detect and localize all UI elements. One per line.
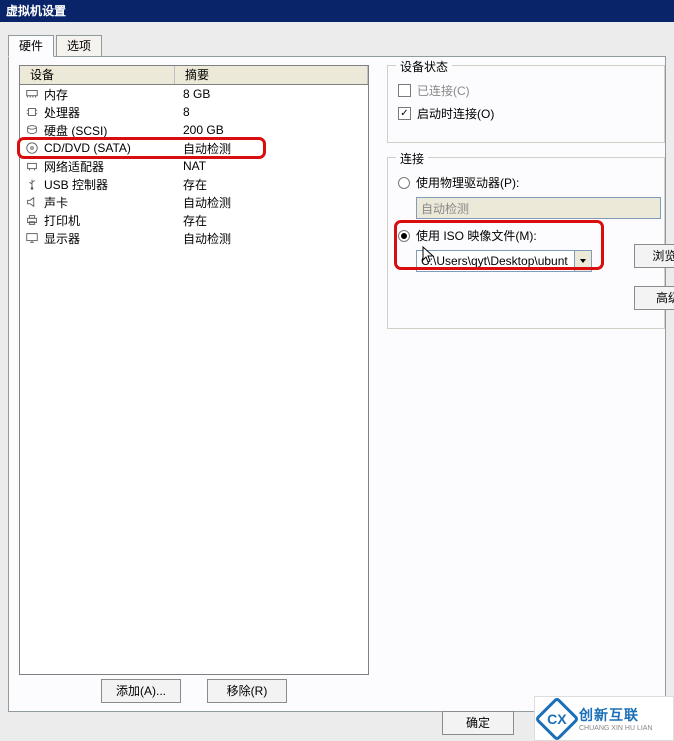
iso-path-combo[interactable]: C:\Users\qyt\Desktop\ubunt: [416, 250, 592, 272]
iso-path-value: C:\Users\qyt\Desktop\ubunt: [417, 254, 574, 268]
device-summary: 8 GB: [175, 87, 368, 101]
network-icon: [24, 159, 40, 173]
checkbox-connect-on[interactable]: ✓: [398, 107, 411, 120]
radio-physical-row[interactable]: 使用物理驱动器(P):: [398, 174, 654, 191]
check-icon: ✓: [400, 109, 408, 119]
radio-iso-row[interactable]: 使用 ISO 映像文件(M):: [398, 227, 654, 244]
device-label: 硬盘 (SCSI): [40, 122, 175, 139]
browse-button[interactable]: 浏览(B).: [634, 244, 674, 268]
logo-sub: CHUANG XIN HU LIAN: [579, 725, 653, 732]
physical-combo-wrap: 自动检测: [416, 197, 654, 219]
iso-combo-wrap: C:\Users\qyt\Desktop\ubunt: [416, 250, 654, 272]
watermark-logo: CX 创新互联 CHUANG XIN HU LIAN: [534, 696, 674, 741]
physical-drive-combo: 自动检测: [416, 197, 661, 219]
footer-row: 确定: [442, 711, 514, 735]
radio-iso-label: 使用 ISO 映像文件(M):: [416, 227, 537, 244]
device-label: 显示器: [40, 230, 175, 247]
client-area: 硬件 选项 设备 摘要 内存 8 GB 处理器 8: [0, 22, 674, 720]
device-row-cddvd[interactable]: CD/DVD (SATA) 自动检测: [20, 139, 368, 157]
device-row-printer[interactable]: 打印机 存在: [20, 211, 368, 229]
device-row-cpu[interactable]: 处理器 8: [20, 103, 368, 121]
device-label: CD/DVD (SATA): [40, 141, 175, 155]
checkbox-connected: [398, 84, 411, 97]
usb-icon: [24, 177, 40, 191]
device-list-header: 设备 摘要: [19, 65, 369, 85]
physical-drive-value: 自动检测: [417, 200, 660, 217]
display-icon: [24, 231, 40, 245]
advanced-button[interactable]: 高级(V: [634, 286, 674, 310]
device-summary: 存在: [175, 212, 368, 229]
device-row-display[interactable]: 显示器 自动检测: [20, 229, 368, 247]
device-row-sound[interactable]: 声卡 自动检测: [20, 193, 368, 211]
device-summary: 自动检测: [175, 140, 368, 157]
tab-hardware[interactable]: 硬件: [8, 35, 54, 57]
ok-button[interactable]: 确定: [442, 711, 514, 735]
logo-text: 创新互联 CHUANG XIN HU LIAN: [579, 705, 653, 732]
checkbox-connect-on-row[interactable]: ✓ 启动时连接(O): [398, 105, 654, 122]
tab-options[interactable]: 选项: [56, 35, 102, 57]
logo-brand: 创新互联: [579, 707, 639, 723]
group-title-status: 设备状态: [396, 58, 452, 75]
device-label: 内存: [40, 86, 175, 103]
group-connection: 连接 使用物理驱动器(P): 自动检测 使用 ISO 映像文件(M):: [387, 157, 665, 329]
memory-icon: [24, 87, 40, 101]
cd-icon: [24, 141, 40, 155]
device-label: USB 控制器: [40, 176, 175, 193]
sound-icon: [24, 195, 40, 209]
tabs-header: 硬件 选项: [8, 32, 666, 56]
hdd-icon: [24, 123, 40, 137]
printer-icon: [24, 213, 40, 227]
device-list-body: 内存 8 GB 处理器 8 硬盘 (SCSI) 200 GB: [19, 85, 369, 675]
device-label: 网络适配器: [40, 158, 175, 175]
group-title-connection: 连接: [396, 150, 428, 167]
device-row-usb[interactable]: USB 控制器 存在: [20, 175, 368, 193]
device-label: 打印机: [40, 212, 175, 229]
checkbox-connect-on-label: 启动时连接(O): [417, 105, 494, 122]
logo-mark-icon: CX: [534, 696, 579, 741]
checkbox-connected-row: 已连接(C): [398, 82, 654, 99]
right-pane: 设备状态 已连接(C) ✓ 启动时连接(O) 连接 使用物理驱动器(P):: [387, 65, 665, 343]
device-row-hdd[interactable]: 硬盘 (SCSI) 200 GB: [20, 121, 368, 139]
device-pane: 设备 摘要 内存 8 GB 处理器 8 硬盘: [19, 65, 369, 675]
chevron-down-icon[interactable]: [574, 251, 591, 271]
tab-body: 设备 摘要 内存 8 GB 处理器 8 硬盘: [8, 56, 666, 712]
col-device[interactable]: 设备: [20, 66, 175, 84]
device-summary: 200 GB: [175, 123, 368, 137]
device-label: 声卡: [40, 194, 175, 211]
radio-iso[interactable]: [398, 230, 410, 242]
window-titlebar: 虚拟机设置: [0, 0, 674, 22]
group-device-status: 设备状态 已连接(C) ✓ 启动时连接(O): [387, 65, 665, 143]
device-label: 处理器: [40, 104, 175, 121]
device-summary: 存在: [175, 176, 368, 193]
device-summary: 自动检测: [175, 194, 368, 211]
device-row-nic[interactable]: 网络适配器 NAT: [20, 157, 368, 175]
col-summary[interactable]: 摘要: [175, 66, 368, 84]
window-title: 虚拟机设置: [6, 4, 66, 18]
add-button[interactable]: 添加(A)...: [101, 679, 181, 703]
device-summary: 8: [175, 105, 368, 119]
device-summary: NAT: [175, 159, 368, 173]
add-remove-row: 添加(A)... 移除(R): [19, 679, 369, 703]
radio-dot-icon: [401, 233, 407, 239]
checkbox-connected-label: 已连接(C): [417, 82, 470, 99]
remove-button[interactable]: 移除(R): [207, 679, 287, 703]
device-summary: 自动检测: [175, 230, 368, 247]
radio-physical[interactable]: [398, 177, 410, 189]
device-row-memory[interactable]: 内存 8 GB: [20, 85, 368, 103]
cpu-icon: [24, 105, 40, 119]
radio-physical-label: 使用物理驱动器(P):: [416, 174, 519, 191]
